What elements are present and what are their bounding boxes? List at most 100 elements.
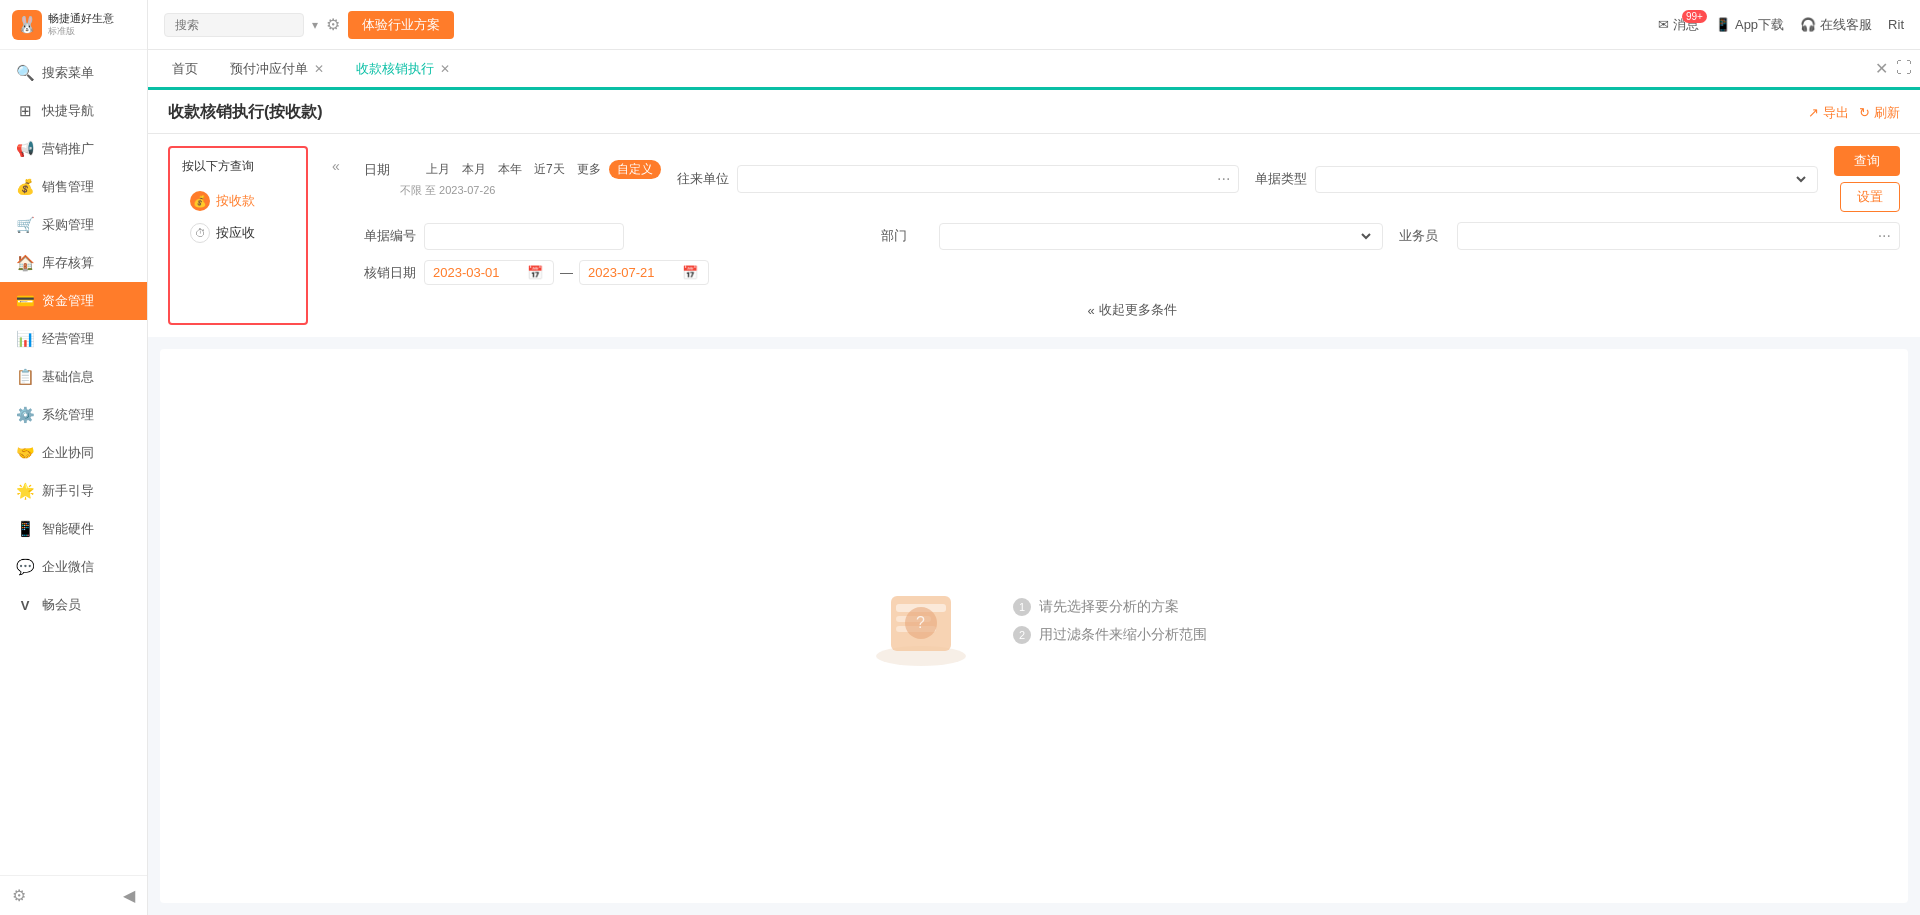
date-last-month[interactable]: 上月 — [422, 160, 454, 179]
logo-icon: 🐰 — [12, 10, 42, 40]
sidebar-item-quick-nav[interactable]: ⊞ 快捷导航 — [0, 92, 147, 130]
filter-row-3: 核销日期 📅 — 📅 — [364, 260, 1900, 285]
online-service-button[interactable]: 🎧 在线客服 — [1800, 16, 1872, 34]
filter-row-2: 单据编号 部门 业务员 — [364, 222, 1900, 250]
doc-type-dropdown[interactable] — [1324, 171, 1809, 188]
export-button[interactable]: ↗ 导出 — [1808, 104, 1849, 122]
doc-type-label: 单据类型 — [1255, 170, 1307, 188]
page-title-row: 收款核销执行(按收款) ↗ 导出 ↻ 刷新 — [168, 102, 1900, 133]
calendar-end-icon[interactable]: 📅 — [682, 265, 698, 280]
tab-prepay-close[interactable]: ✕ — [314, 62, 324, 76]
doc-num-filter-group: 单据编号 — [364, 223, 865, 250]
verify-date-end-input[interactable] — [588, 265, 678, 280]
date-unlimited: 不限 至 2023-07-26 — [400, 183, 495, 198]
sidebar-item-label: 系统管理 — [42, 406, 94, 424]
refresh-icon: ↻ — [1859, 105, 1870, 120]
sidebar-item-purchase[interactable]: 🛒 采购管理 — [0, 206, 147, 244]
doc-type-select[interactable] — [1315, 166, 1818, 193]
staff-select[interactable]: ··· — [1457, 222, 1900, 250]
tab-home[interactable]: 首页 — [156, 50, 214, 90]
staff-dots[interactable]: ··· — [1878, 227, 1891, 245]
empty-tip-2: 2 用过滤条件来缩小分析范围 — [1013, 626, 1207, 644]
sidebar-item-system[interactable]: ⚙️ 系统管理 — [0, 396, 147, 434]
collapse-sidebar-icon[interactable]: ◀ — [123, 886, 135, 905]
logo: 🐰 畅捷通好生意 标准版 — [0, 0, 147, 50]
date-7days[interactable]: 近7天 — [530, 160, 569, 179]
doc-num-input[interactable] — [424, 223, 624, 250]
query-option-by-receipt[interactable]: 💰 按收款 — [182, 185, 294, 217]
sidebar-item-guide[interactable]: 🌟 新手引导 — [0, 472, 147, 510]
receipt-icon: 💰 — [190, 191, 210, 211]
solution-button[interactable]: 体验行业方案 — [348, 11, 454, 39]
date-more[interactable]: 更多 — [573, 160, 605, 179]
sidebar-item-label: 经营管理 — [42, 330, 94, 348]
messages-button[interactable]: ✉ 消息 99+ — [1658, 16, 1699, 34]
tab-prepay[interactable]: 预付冲应付单 ✕ — [214, 50, 340, 90]
tip-text-1: 请先选择要分析的方案 — [1039, 598, 1179, 616]
tab-collect-cancel-close[interactable]: ✕ — [440, 62, 450, 76]
sidebar-item-inventory[interactable]: 🏠 库存核算 — [0, 244, 147, 282]
date-this-year[interactable]: 本年 — [494, 160, 526, 179]
filter-form: 日期 上月 本月 本年 近7天 更多 自定义 不限 至 2023-07-26 — [364, 146, 1900, 325]
topbar-arrow-icon[interactable]: ▾ — [312, 18, 318, 32]
sidebar-item-management[interactable]: 📊 经营管理 — [0, 320, 147, 358]
collapse-icon: « — [1087, 303, 1094, 318]
app-label: App下载 — [1735, 16, 1784, 34]
date-label: 日期 — [364, 161, 414, 179]
tip-num-1: 1 — [1013, 598, 1031, 616]
sidebar-item-wechat[interactable]: 💬 企业微信 — [0, 548, 147, 586]
collapse-label: 收起更多条件 — [1099, 301, 1177, 319]
sidebar-item-enterprise[interactable]: 🤝 企业协同 — [0, 434, 147, 472]
partner-dots[interactable]: ··· — [1217, 170, 1230, 188]
search-icon: 🔍 — [16, 64, 34, 82]
user-profile[interactable]: Rit — [1888, 17, 1904, 32]
empty-illustration: ? — [861, 566, 981, 686]
tab-expand-icon[interactable]: ⛶ — [1896, 59, 1912, 78]
refresh-button[interactable]: ↻ 刷新 — [1859, 104, 1900, 122]
dept-select[interactable] — [939, 223, 1382, 250]
topbar-search-input[interactable] — [164, 13, 304, 37]
username: Rit — [1888, 17, 1904, 32]
calendar-start-icon[interactable]: 📅 — [527, 265, 543, 280]
sidebar-item-label: 销售管理 — [42, 178, 94, 196]
sidebar-item-hardware[interactable]: 📱 智能硬件 — [0, 510, 147, 548]
verify-date-start-input[interactable] — [433, 265, 523, 280]
collapse-more-button[interactable]: « 收起更多条件 — [364, 295, 1900, 325]
sidebar-item-finance[interactable]: 💳 资金管理 — [0, 282, 147, 320]
tab-collect-cancel[interactable]: 收款核销执行 ✕ — [340, 50, 466, 90]
wechat-icon: 💬 — [16, 558, 34, 576]
staff-label: 业务员 — [1399, 227, 1449, 245]
collapse-panel-button[interactable]: « — [324, 154, 348, 178]
query-button[interactable]: 查询 — [1834, 146, 1900, 176]
topbar-gear-icon[interactable]: ⚙ — [326, 15, 340, 34]
settings-bottom-icon[interactable]: ⚙ — [12, 886, 26, 905]
page-actions: ↗ 导出 ↻ 刷新 — [1808, 104, 1900, 122]
sidebar-item-sales[interactable]: 💰 销售管理 — [0, 168, 147, 206]
home-icon: ⊞ — [16, 102, 34, 120]
sidebar-item-member[interactable]: V 畅会员 — [0, 586, 147, 624]
sidebar-item-label: 快捷导航 — [42, 102, 94, 120]
doc-type-filter-group: 单据类型 — [1255, 166, 1818, 193]
date-custom[interactable]: 自定义 — [609, 160, 661, 179]
dept-dropdown[interactable] — [948, 228, 1373, 245]
staff-filter-group: 业务员 ··· — [1399, 222, 1900, 250]
topbar-right: ✉ 消息 99+ 📱 App下载 🎧 在线客服 Rit — [1658, 16, 1904, 34]
sidebar-item-basic[interactable]: 📋 基础信息 — [0, 358, 147, 396]
sidebar-item-marketing[interactable]: 📢 营销推广 — [0, 130, 147, 168]
topbar: ▾ ⚙ 体验行业方案 ✉ 消息 99+ 📱 App下载 🎧 在线客服 Rit — [148, 0, 1920, 50]
query-option-by-payable[interactable]: ⏱ 按应收 — [182, 217, 294, 249]
partner-select[interactable]: ··· — [737, 165, 1240, 193]
settings-button[interactable]: 设置 — [1840, 182, 1900, 212]
app-download-button[interactable]: 📱 App下载 — [1715, 16, 1784, 34]
tabbar-actions: ✕ ⛶ — [1875, 59, 1912, 78]
management-icon: 📊 — [16, 330, 34, 348]
sidebar-item-search[interactable]: 🔍 搜索菜单 — [0, 54, 147, 92]
message-icon: ✉ — [1658, 17, 1669, 32]
sidebar-item-label: 畅会员 — [42, 596, 81, 614]
dept-filter-group: 部门 — [881, 223, 1382, 250]
verify-date-filter-group: 核销日期 📅 — 📅 — [364, 260, 1900, 285]
tab-close-all-icon[interactable]: ✕ — [1875, 59, 1888, 78]
date-this-month[interactable]: 本月 — [458, 160, 490, 179]
filter-row-1: 日期 上月 本月 本年 近7天 更多 自定义 不限 至 2023-07-26 — [364, 146, 1900, 212]
export-icon: ↗ — [1808, 105, 1819, 120]
